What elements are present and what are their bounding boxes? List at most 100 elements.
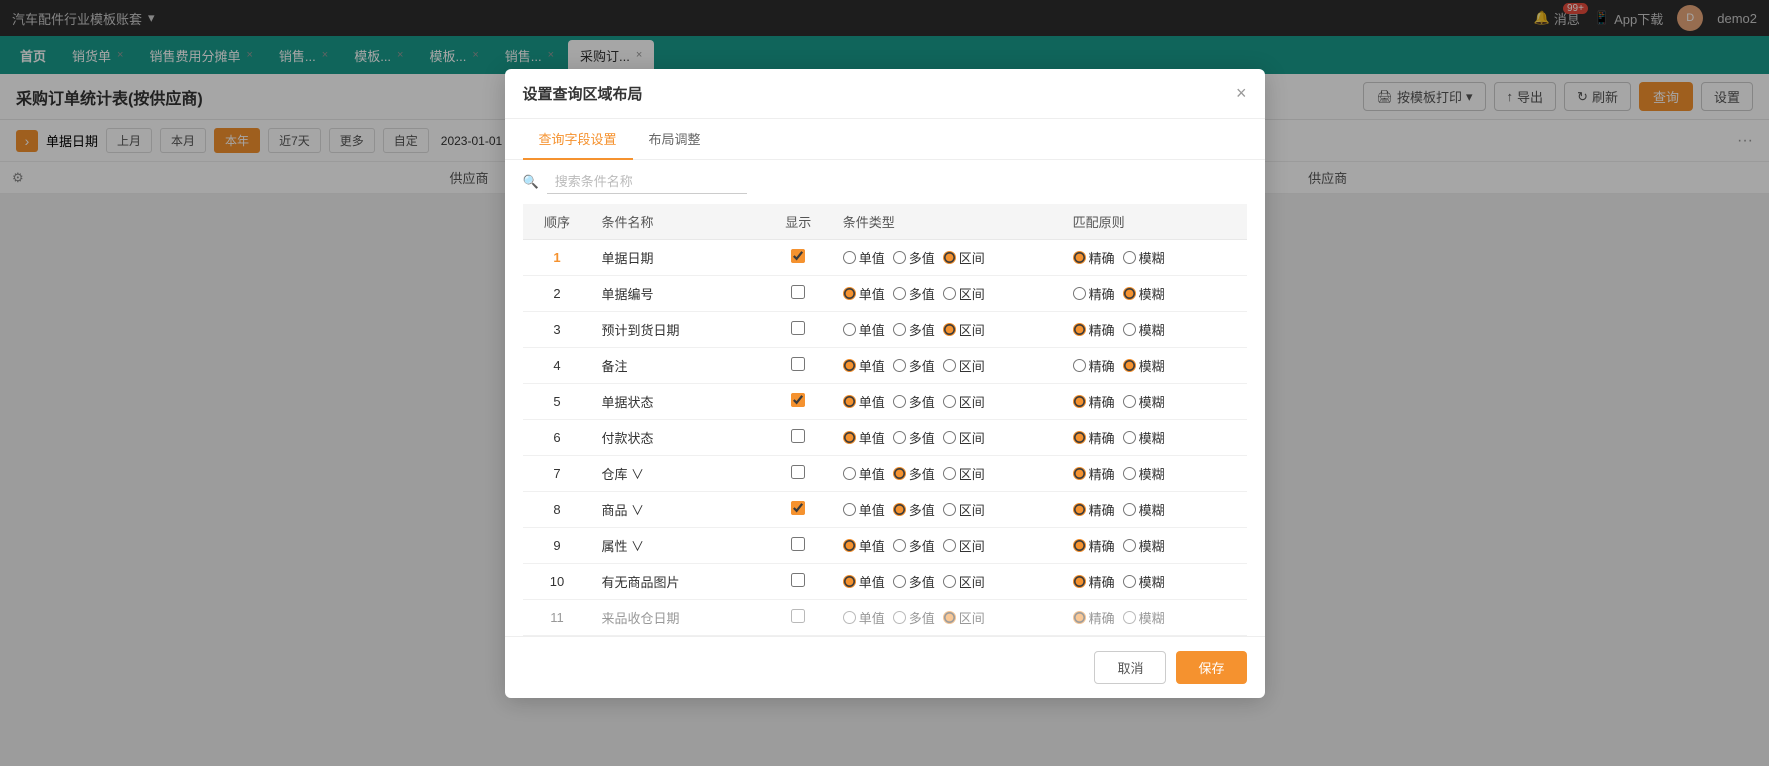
type-radio[interactable] (843, 575, 856, 588)
type-radio-item[interactable]: 区间 (943, 536, 985, 555)
type-radio-item[interactable]: 区间 (943, 500, 985, 519)
type-radio[interactable] (893, 251, 906, 264)
row-display-cell[interactable] (764, 599, 833, 635)
type-radio-item[interactable]: 单值 (843, 392, 885, 411)
match-radio[interactable] (1073, 503, 1086, 516)
row-display-cell[interactable] (764, 311, 833, 347)
match-radio[interactable] (1123, 251, 1136, 264)
type-radio[interactable] (843, 395, 856, 408)
match-radio-item[interactable]: 模糊 (1123, 320, 1165, 339)
match-radio[interactable] (1123, 287, 1136, 300)
type-radio[interactable] (893, 395, 906, 408)
type-radio-item[interactable]: 多值 (893, 572, 935, 591)
display-checkbox[interactable] (791, 609, 805, 623)
row-display-cell[interactable] (764, 455, 833, 491)
modal-tab-query-fields[interactable]: 查询字段设置 (523, 119, 633, 160)
type-radio[interactable] (843, 359, 856, 372)
type-radio-item[interactable]: 单值 (843, 248, 885, 267)
type-radio[interactable] (943, 575, 956, 588)
modal-tab-layout-adjust[interactable]: 布局调整 (633, 119, 717, 160)
display-checkbox[interactable] (791, 249, 805, 263)
type-radio[interactable] (893, 287, 906, 300)
type-radio-item[interactable]: 多值 (893, 464, 935, 483)
match-radio[interactable] (1073, 431, 1086, 444)
type-radio-item[interactable]: 区间 (943, 428, 985, 447)
display-checkbox[interactable] (791, 321, 805, 335)
type-radio-item[interactable]: 单值 (843, 284, 885, 303)
type-radio-item[interactable]: 区间 (943, 608, 985, 627)
match-radio-item[interactable]: 模糊 (1123, 248, 1165, 267)
type-radio[interactable] (893, 611, 906, 624)
type-radio-item[interactable]: 区间 (943, 320, 985, 339)
type-radio[interactable] (943, 395, 956, 408)
match-radio-item[interactable]: 模糊 (1123, 356, 1165, 375)
row-display-cell[interactable] (764, 563, 833, 599)
row-display-cell[interactable] (764, 239, 833, 275)
match-radio-item[interactable]: 精确 (1073, 464, 1115, 483)
match-radio-item[interactable]: 精确 (1073, 284, 1115, 303)
match-radio-item[interactable]: 精确 (1073, 320, 1115, 339)
match-radio[interactable] (1123, 323, 1136, 336)
type-radio-item[interactable]: 单值 (843, 464, 885, 483)
type-radio[interactable] (943, 611, 956, 624)
type-radio[interactable] (893, 539, 906, 552)
type-radio-item[interactable]: 单值 (843, 500, 885, 519)
type-radio-item[interactable]: 单值 (843, 536, 885, 555)
type-radio-item[interactable]: 单值 (843, 608, 885, 627)
type-radio-item[interactable]: 多值 (893, 248, 935, 267)
type-radio[interactable] (843, 539, 856, 552)
match-radio[interactable] (1073, 611, 1086, 624)
type-radio[interactable] (943, 431, 956, 444)
type-radio[interactable] (893, 431, 906, 444)
display-checkbox[interactable] (791, 573, 805, 587)
match-radio[interactable] (1073, 395, 1086, 408)
type-radio-item[interactable]: 多值 (893, 536, 935, 555)
modal-close-button[interactable]: × (1236, 83, 1247, 104)
type-radio[interactable] (943, 467, 956, 480)
display-checkbox[interactable] (791, 465, 805, 479)
type-radio[interactable] (843, 611, 856, 624)
type-radio[interactable] (843, 467, 856, 480)
match-radio-item[interactable]: 模糊 (1123, 428, 1165, 447)
match-radio[interactable] (1073, 251, 1086, 264)
type-radio[interactable] (943, 251, 956, 264)
type-radio-item[interactable]: 单值 (843, 428, 885, 447)
match-radio[interactable] (1123, 467, 1136, 480)
match-radio[interactable] (1123, 539, 1136, 552)
search-input[interactable] (547, 170, 747, 194)
type-radio[interactable] (843, 431, 856, 444)
type-radio-item[interactable]: 多值 (893, 608, 935, 627)
match-radio-item[interactable]: 精确 (1073, 248, 1115, 267)
type-radio[interactable] (943, 323, 956, 336)
match-radio-item[interactable]: 精确 (1073, 572, 1115, 591)
type-radio[interactable] (943, 287, 956, 300)
type-radio-item[interactable]: 多值 (893, 320, 935, 339)
match-radio[interactable] (1123, 431, 1136, 444)
match-radio[interactable] (1073, 575, 1086, 588)
match-radio[interactable] (1073, 359, 1086, 372)
type-radio-item[interactable]: 区间 (943, 572, 985, 591)
type-radio[interactable] (943, 359, 956, 372)
cancel-button[interactable]: 取消 (1094, 651, 1166, 684)
match-radio[interactable] (1123, 611, 1136, 624)
match-radio-item[interactable]: 精确 (1073, 356, 1115, 375)
match-radio-item[interactable]: 精确 (1073, 500, 1115, 519)
type-radio-item[interactable]: 区间 (943, 464, 985, 483)
type-radio[interactable] (943, 539, 956, 552)
display-checkbox[interactable] (791, 393, 805, 407)
type-radio[interactable] (893, 323, 906, 336)
type-radio[interactable] (843, 503, 856, 516)
match-radio[interactable] (1073, 539, 1086, 552)
row-display-cell[interactable] (764, 419, 833, 455)
row-display-cell[interactable] (764, 275, 833, 311)
match-radio[interactable] (1123, 503, 1136, 516)
type-radio-item[interactable]: 多值 (893, 428, 935, 447)
type-radio[interactable] (843, 287, 856, 300)
type-radio[interactable] (843, 251, 856, 264)
match-radio[interactable] (1073, 287, 1086, 300)
type-radio-item[interactable]: 区间 (943, 284, 985, 303)
match-radio[interactable] (1073, 323, 1086, 336)
match-radio-item[interactable]: 精确 (1073, 392, 1115, 411)
match-radio-item[interactable]: 精确 (1073, 608, 1115, 627)
match-radio-item[interactable]: 模糊 (1123, 284, 1165, 303)
